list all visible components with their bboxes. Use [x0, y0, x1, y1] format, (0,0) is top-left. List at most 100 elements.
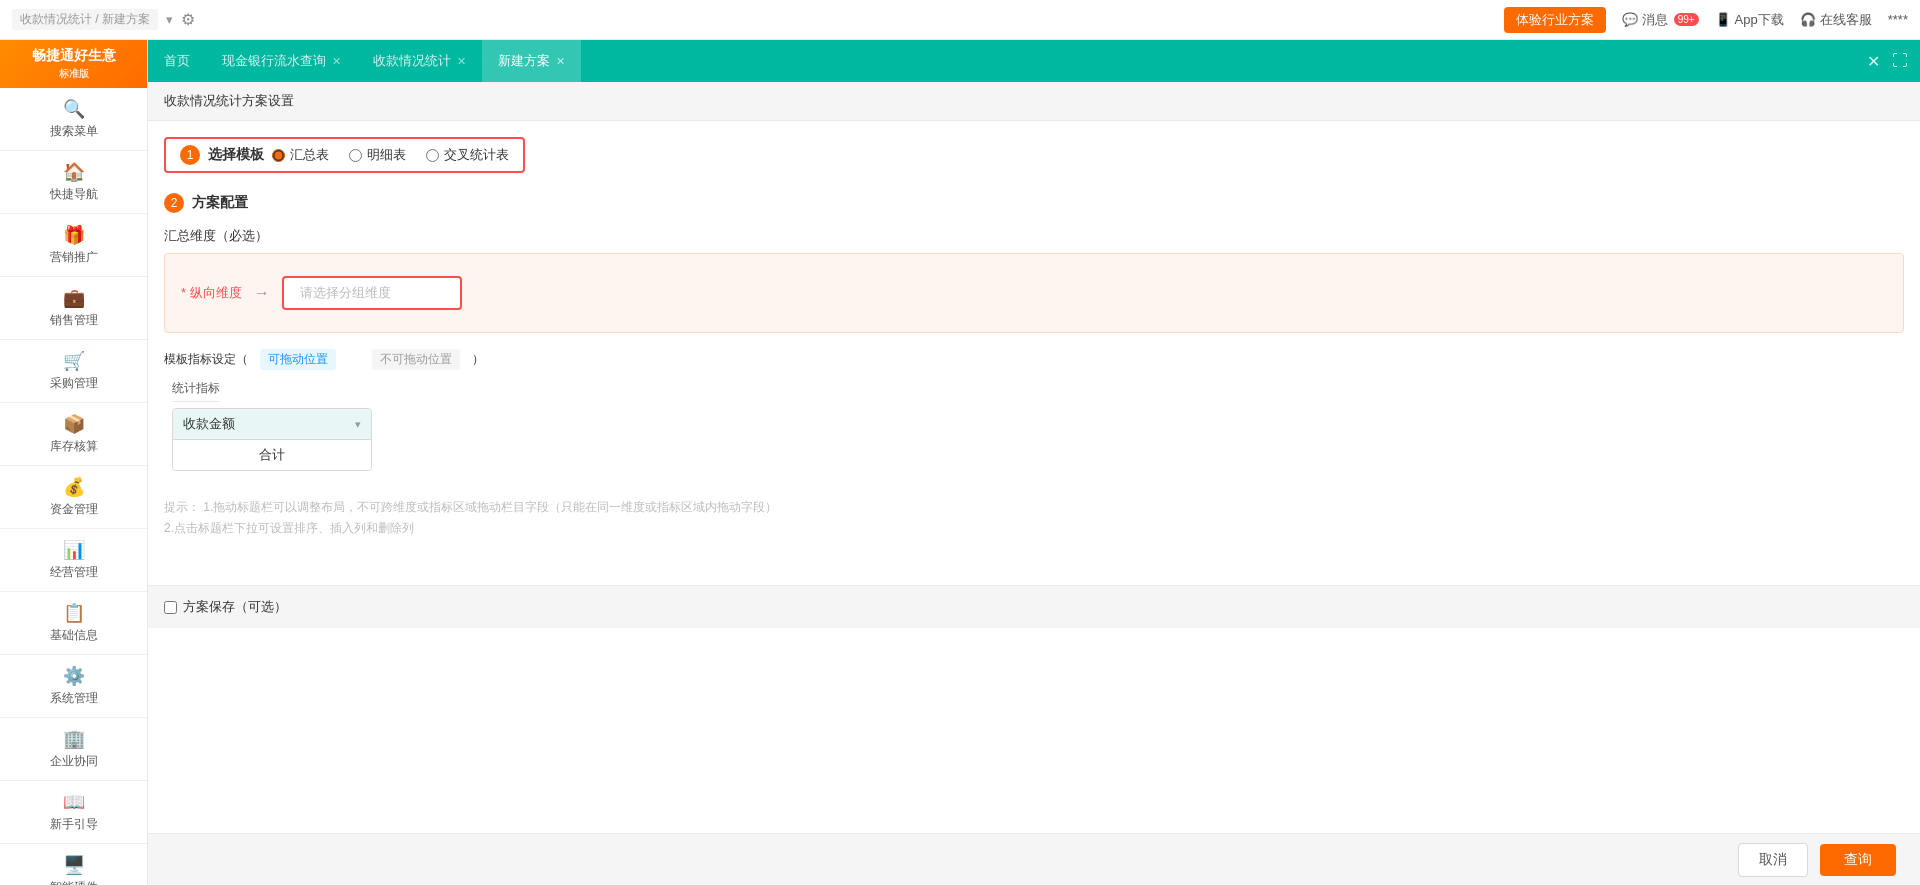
header-left: 收款情况统计 / 新建方案 ▾ ⚙ — [12, 9, 195, 30]
sidebar-item-label: 营销推广 — [50, 249, 98, 266]
page-content: 收款情况统计方案设置 1 选择模板 汇总表 — [148, 82, 1920, 833]
sidebar-item-system[interactable]: ⚙️ 系统管理 — [0, 655, 147, 718]
management-icon: 📊 — [63, 539, 85, 561]
sidebar-item-guide[interactable]: 📖 新手引导 — [0, 781, 147, 844]
app-download-btn[interactable]: 📱 App下载 — [1715, 11, 1784, 29]
tab-home[interactable]: 首页 — [148, 40, 206, 82]
radio-jiaocha[interactable]: 交叉统计表 — [426, 146, 509, 164]
search-icon: 🔍 — [63, 98, 85, 120]
save-option-label[interactable]: 方案保存（可选） — [164, 598, 287, 616]
system-icon: ⚙️ — [63, 665, 85, 687]
metrics-label: 统计指标 — [172, 380, 220, 402]
sidebar-item-hardware[interactable]: 🖥️ 智能硬件 — [0, 844, 147, 885]
metrics-config-label-row: 模板指标设定（ 可拖动位置 不可拖动位置 ） — [164, 349, 1904, 370]
bottom-save-area: 方案保存（可选） — [148, 585, 1920, 628]
can-drag-badge: 可拖动位置 — [260, 349, 336, 370]
notification-btn[interactable]: 💬 消息 99+ — [1622, 11, 1699, 29]
step2-header: 2 方案配置 — [164, 193, 1904, 213]
radio-mingxi-input[interactable] — [349, 149, 362, 162]
tab-cash-flow[interactable]: 现金银行流水查询 ✕ — [206, 40, 357, 82]
step1-section: 1 选择模板 汇总表 明细表 — [164, 137, 1904, 173]
sidebar-item-inventory[interactable]: 📦 库存核算 — [0, 403, 147, 466]
tab-cash-flow-label: 现金银行流水查询 — [222, 52, 326, 70]
metrics-grid: 收款金额 ▾ 合计 — [172, 408, 372, 471]
metrics-config-label: 模板指标设定（ — [164, 351, 248, 368]
sidebar-item-finance[interactable]: 💰 资金管理 — [0, 466, 147, 529]
sidebar-item-label: 新手引导 — [50, 816, 98, 833]
page-title: 收款情况统计方案设置 — [164, 93, 294, 108]
tab-new-plan-close[interactable]: ✕ — [556, 55, 565, 68]
query-button[interactable]: 查询 — [1820, 844, 1896, 876]
radio-mingxi-label: 明细表 — [367, 146, 406, 164]
enterprise-icon: 🏢 — [63, 728, 85, 750]
sidebar-item-label: 采购管理 — [50, 375, 98, 392]
metrics-dropdown-icon[interactable]: ▾ — [355, 418, 361, 431]
tab-new-plan-label: 新建方案 — [498, 52, 550, 70]
sales-icon: 💼 — [63, 287, 85, 309]
sidebar-item-label: 经营管理 — [50, 564, 98, 581]
form-area: 1 选择模板 汇总表 明细表 — [148, 121, 1920, 585]
sidebar-item-management[interactable]: 📊 经营管理 — [0, 529, 147, 592]
vertical-dimension-label: * 纵向维度 — [181, 284, 242, 302]
logo: 畅捷通好生意 标准版 — [0, 40, 147, 88]
gear-icon[interactable]: ⚙ — [181, 10, 195, 29]
radio-huizong-input[interactable] — [272, 149, 285, 162]
template-radio-group: 汇总表 明细表 交叉统计表 — [272, 146, 509, 164]
radio-jiaocha-input[interactable] — [426, 149, 439, 162]
home-icon: 🏠 — [63, 161, 85, 183]
no-drag-badge: 不可拖动位置 — [372, 349, 460, 370]
basic-icon: 📋 — [63, 602, 85, 624]
page-header: 收款情况统计方案设置 — [148, 82, 1920, 121]
sidebar-item-search[interactable]: 🔍 搜索菜单 — [0, 88, 147, 151]
sidebar-item-basic[interactable]: 📋 基础信息 — [0, 592, 147, 655]
radio-jiaocha-label: 交叉统计表 — [444, 146, 509, 164]
dimension-label-row: 汇总维度（必选） — [164, 227, 1904, 245]
service-icon: 🎧 — [1800, 12, 1816, 27]
user-area[interactable]: **** — [1888, 12, 1908, 27]
tab-new-plan[interactable]: 新建方案 ✕ — [482, 40, 581, 82]
step1-title: 选择模板 — [208, 146, 264, 164]
sidebar-item-label: 智能硬件 — [50, 879, 98, 885]
sidebar-item-label: 库存核算 — [50, 438, 98, 455]
arrow-right-icon: → — [254, 284, 270, 302]
step2-num: 2 — [164, 193, 184, 213]
save-checkbox[interactable] — [164, 601, 177, 614]
message-icon: 💬 — [1622, 12, 1638, 27]
online-service-btn[interactable]: 🎧 在线客服 — [1800, 11, 1872, 29]
dropdown-icon[interactable]: ▾ — [166, 12, 173, 27]
radio-huizong[interactable]: 汇总表 — [272, 146, 329, 164]
inventory-icon: 📦 — [63, 413, 85, 435]
separator — [348, 351, 360, 368]
notification-label: 消息 — [1642, 11, 1668, 29]
metrics-header-cell[interactable]: 收款金额 ▾ — [173, 409, 371, 440]
sidebar-item-marketing[interactable]: 🎁 营销推广 — [0, 214, 147, 277]
sidebar-item-purchase[interactable]: 🛒 采购管理 — [0, 340, 147, 403]
radio-mingxi[interactable]: 明细表 — [349, 146, 406, 164]
tab-close-all-icon[interactable]: ✕ — [1867, 52, 1880, 71]
logo-text: 畅捷通好生意 — [32, 47, 116, 65]
breadcrumb-path: 收款情况统计 / 新建方案 — [12, 9, 158, 30]
metrics-header-text: 收款金额 — [183, 415, 235, 433]
sidebar-item-sales[interactable]: 💼 销售管理 — [0, 277, 147, 340]
finance-icon: 💰 — [63, 476, 85, 498]
metrics-grid-area: 统计指标 收款金额 ▾ 合计 — [164, 380, 1904, 471]
save-option-text: 方案保存（可选） — [183, 598, 287, 616]
footer-bar: 取消 查询 — [148, 833, 1920, 885]
tab-cash-flow-close[interactable]: ✕ — [332, 55, 341, 68]
tab-receipt-stat[interactable]: 收款情况统计 ✕ — [357, 40, 482, 82]
sidebar-item-enterprise[interactable]: 🏢 企业协同 — [0, 718, 147, 781]
tab-receipt-stat-close[interactable]: ✕ — [457, 55, 466, 68]
sidebar-item-nav[interactable]: 🏠 快捷导航 — [0, 151, 147, 214]
tab-controls: ✕ ⛶ — [1855, 52, 1920, 71]
tab-maximize-icon[interactable]: ⛶ — [1892, 52, 1908, 70]
notification-badge: 99+ — [1674, 13, 1699, 26]
tip-line-2: 2.点击标题栏下拉可设置排序、插入列和删除列 — [164, 520, 1904, 537]
dimension-select[interactable]: 请选择分组维度 — [282, 276, 462, 310]
tab-receipt-stat-label: 收款情况统计 — [373, 52, 451, 70]
cancel-button[interactable]: 取消 — [1738, 843, 1808, 877]
metrics-body-cell: 合计 — [173, 440, 371, 470]
trial-btn[interactable]: 体验行业方案 — [1504, 7, 1606, 33]
user-name: **** — [1888, 12, 1908, 27]
tip-line-1: 提示： 1.拖动标题栏可以调整布局，不可跨维度或指标区域拖动栏目字段（只能在同一… — [164, 499, 1904, 516]
tab-bar: 首页 现金银行流水查询 ✕ 收款情况统计 ✕ 新建方案 ✕ ✕ ⛶ — [148, 40, 1920, 82]
